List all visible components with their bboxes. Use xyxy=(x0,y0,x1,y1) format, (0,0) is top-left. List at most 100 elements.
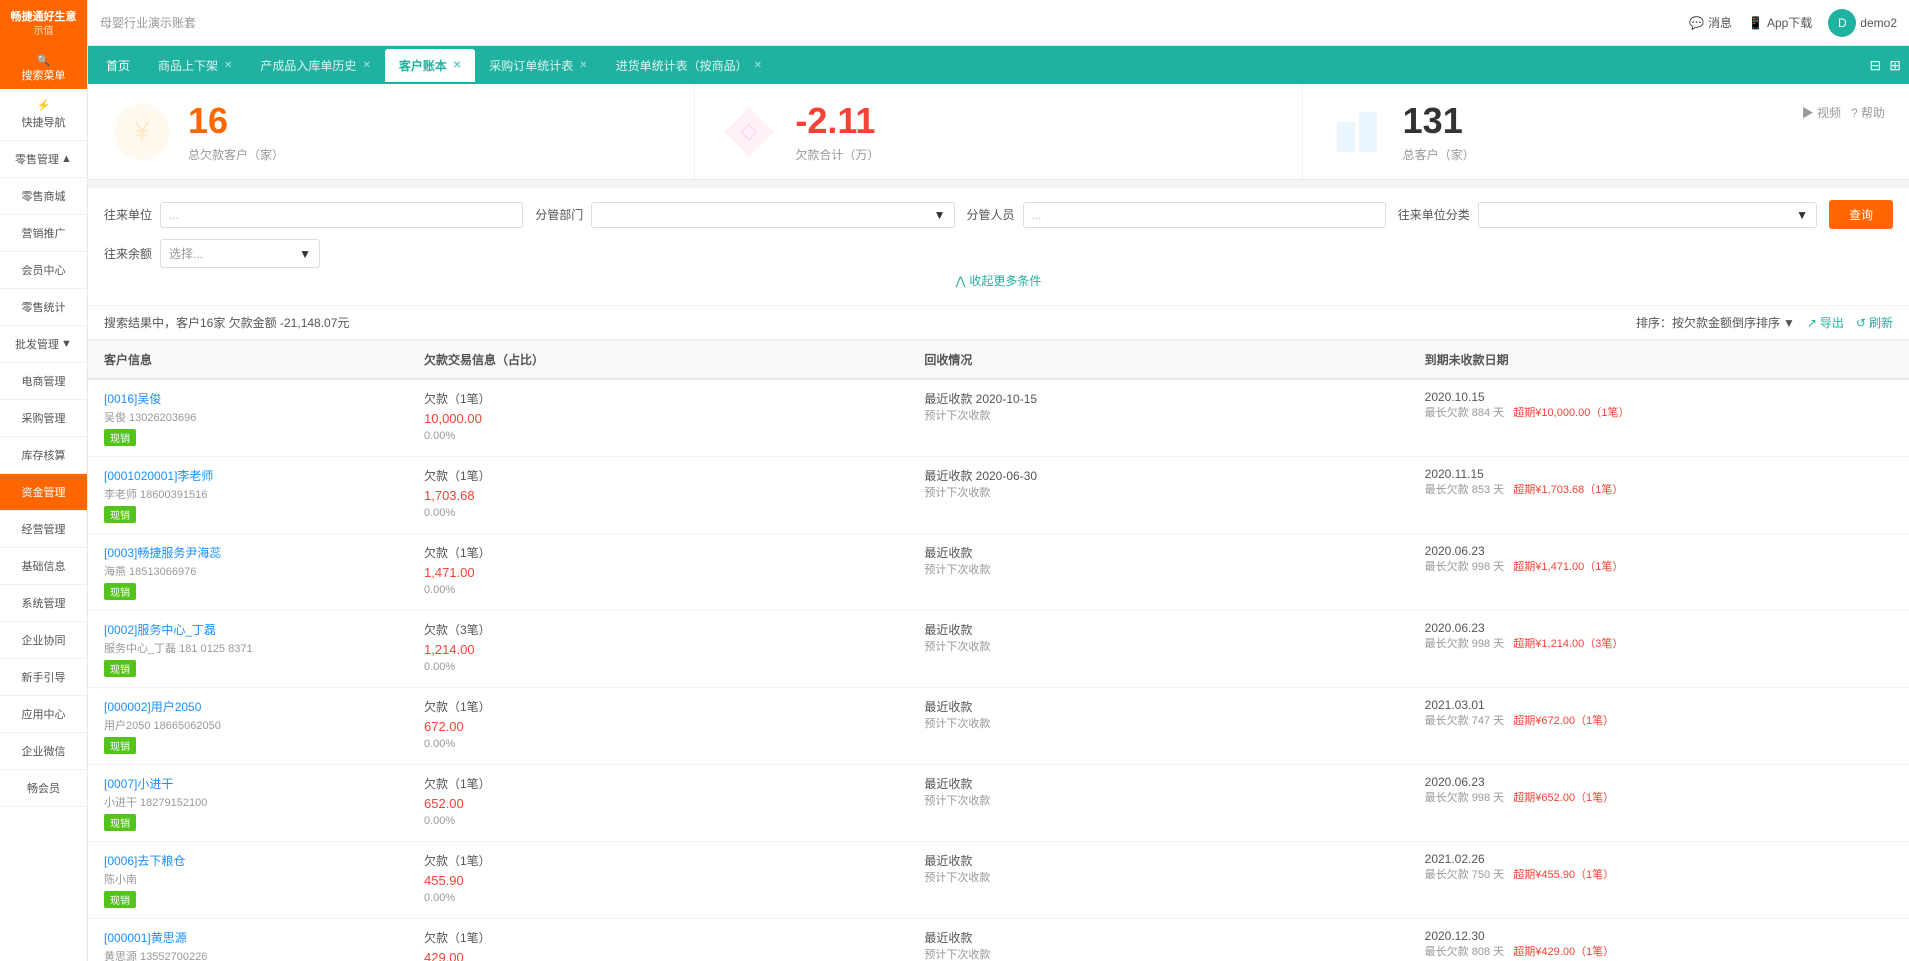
table-row: [0007]小进干 小进干 18279152100 现销 欠款（1笔） 652.… xyxy=(88,765,1909,842)
sidebar-item-search[interactable]: 🔍 搜索菜单 xyxy=(0,48,87,89)
sidebar-item-new-guide[interactable]: 新手引导 xyxy=(0,659,87,696)
customer-tag: 现销 xyxy=(104,506,136,523)
tab-production-history[interactable]: 产成品入库单历史 ✕ xyxy=(246,49,384,82)
refresh-button[interactable]: ↺ 刷新 xyxy=(1856,314,1893,331)
unit-category-select[interactable]: ▼ xyxy=(1478,202,1817,228)
sidebar-item-quick-nav[interactable]: ⚡ 快捷导航 xyxy=(0,89,87,141)
overdue-link[interactable]: 超期¥672.00（1笔） xyxy=(1513,715,1614,727)
due-date: 2020.06.23 xyxy=(1425,621,1893,635)
customer-name-link[interactable]: [0016]吴俊 xyxy=(104,390,392,407)
overdue-link[interactable]: 超期¥10,000.00（1笔） xyxy=(1513,407,1629,419)
sidebar-item-enterprise-wechat[interactable]: 企业微信 xyxy=(0,733,87,770)
customer-name-link[interactable]: [0003]畅捷服务尹海蕊 xyxy=(104,544,392,561)
results-info: 搜索结果中，客户16家 欠款金额 -21,148.07元 排序：按欠款金额倒序排… xyxy=(88,306,1909,340)
sidebar-item-finance[interactable]: 资金管理 xyxy=(0,474,87,511)
export-button[interactable]: ↗ 导出 xyxy=(1807,314,1844,331)
sidebar-item-enterprise-collab[interactable]: 企业协同 xyxy=(0,622,87,659)
sidebar-item-basic-info[interactable]: 基础信息 xyxy=(0,548,87,585)
user-avatar[interactable]: D demo2 xyxy=(1828,9,1897,37)
app-download-button[interactable]: 📱 App下载 xyxy=(1748,14,1812,31)
sidebar-item-marketing[interactable]: 营销推广 xyxy=(0,215,87,252)
customer-name-link[interactable]: [0002]服务中心_丁磊 xyxy=(104,621,392,638)
sidebar-item-purchase[interactable]: 采购管理 xyxy=(0,400,87,437)
sidebar-item-app-center[interactable]: 应用中心 xyxy=(0,696,87,733)
sidebar-item-batch-mgmt[interactable]: 批发管理▼ xyxy=(0,326,87,363)
recovery-cell: 最近收款 2020-10-15 预计下次收款 xyxy=(908,380,1408,456)
sidebar-item-ecommerce[interactable]: 电商管理 xyxy=(0,363,87,400)
customer-name-link[interactable]: [000002]用户2050 xyxy=(104,698,392,715)
overdue-link[interactable]: 超期¥652.00（1笔） xyxy=(1513,792,1614,804)
tab-close-product-shelf[interactable]: ✕ xyxy=(224,60,232,71)
sidebar-item-system[interactable]: 系统管理 xyxy=(0,585,87,622)
tab-home[interactable]: 首页 xyxy=(92,49,144,82)
sort-selector[interactable]: 排序：按欠款金额倒序排序 ▼ xyxy=(1636,314,1795,331)
overdue-link[interactable]: 超期¥429.00（1笔） xyxy=(1513,946,1614,958)
message-button[interactable]: 💬 消息 xyxy=(1689,14,1732,31)
sidebar-item-operations[interactable]: 经营管理 xyxy=(0,511,87,548)
debt-info-cell: 欠款（1笔） 455.90 0.00% xyxy=(408,842,908,918)
search-button[interactable]: 查询 xyxy=(1829,200,1893,229)
sidebar-item-retail-mall[interactable]: 零售商城 xyxy=(0,178,87,215)
debt-amount[interactable]: 455.90 xyxy=(424,873,892,888)
customer-name-link[interactable]: [000001]黄思源 xyxy=(104,929,392,946)
debt-amount[interactable]: 429.00 xyxy=(424,950,892,961)
debt-amount[interactable]: 1,471.00 xyxy=(424,565,892,580)
sidebar-item-retail-stats[interactable]: 零售统计 xyxy=(0,289,87,326)
next-collection: 预计下次收款 xyxy=(924,561,1392,577)
overdue-link[interactable]: 超期¥1,471.00（1笔） xyxy=(1513,561,1623,573)
customer-info-cell: [0007]小进干 小进干 18279152100 现销 xyxy=(88,765,408,841)
due-date: 2020.10.15 xyxy=(1425,390,1893,404)
collapse-filters-button[interactable]: ⋀ 收起更多条件 xyxy=(104,268,1893,293)
sidebar-item-retail-mgmt[interactable]: 零售管理▲ xyxy=(0,141,87,178)
tab-purchase-statistics[interactable]: 进货单统计表（按商品） ✕ xyxy=(602,49,776,82)
debt-amount[interactable]: 1,214.00 xyxy=(424,642,892,657)
tab-expand-icon[interactable]: ⊞ xyxy=(1889,57,1901,74)
sidebar-item-member-vip[interactable]: 畅会员 xyxy=(0,770,87,807)
due-date: 2020.11.15 xyxy=(1425,467,1893,481)
overdue-days: 最长欠款 747 天 超期¥672.00（1笔） xyxy=(1425,712,1893,728)
overdue-link[interactable]: 超期¥1,214.00（3笔） xyxy=(1513,638,1623,650)
balance-select[interactable]: 选择... ▼ xyxy=(160,239,320,268)
sidebar-item-inventory[interactable]: 库存核算 xyxy=(0,437,87,474)
debt-info-cell: 欠款（1笔） 652.00 0.00% xyxy=(408,765,908,841)
tab-close-purchase-statistics[interactable]: ✕ xyxy=(754,60,762,71)
overdue-link[interactable]: 超期¥1,703.68（1笔） xyxy=(1513,484,1623,496)
recovery-cell: 最近收款 预计下次收款 xyxy=(908,765,1408,841)
svg-text:◇: ◇ xyxy=(741,118,758,143)
next-collection: 预计下次收款 xyxy=(924,792,1392,808)
source-unit-input[interactable]: ... xyxy=(160,202,523,228)
overdue-days: 最长欠款 998 天 超期¥652.00（1笔） xyxy=(1425,789,1893,805)
due-date: 2021.03.01 xyxy=(1425,698,1893,712)
tab-minimize-icon[interactable]: ⊟ xyxy=(1870,57,1882,74)
customer-info-cell: [0002]服务中心_丁磊 服务中心_丁磊 181 0125 8371 现销 xyxy=(88,611,408,687)
customer-info-cell: [0006]去下粮仓 陈小南 现销 xyxy=(88,842,408,918)
debt-amount[interactable]: 1,703.68 xyxy=(424,488,892,503)
department-label: 分管部门 xyxy=(535,206,583,223)
video-help-button[interactable]: ▶ 视频 xyxy=(1802,104,1841,121)
tab-customer-account[interactable]: 客户账本 ✕ xyxy=(385,49,475,82)
customer-name-link[interactable]: [0001020001]李老师 xyxy=(104,467,392,484)
tab-purchase-order[interactable]: 采购订单统计表 ✕ xyxy=(475,49,601,82)
person-input[interactable]: ... xyxy=(1023,202,1386,228)
next-collection: 预计下次收款 xyxy=(924,869,1392,885)
department-select[interactable]: ▼ xyxy=(591,202,954,228)
data-table: 客户信息 欠款交易信息（占比） 回收情况 到期未收款日期 [0016]吴俊 吴俊… xyxy=(88,341,1909,961)
debt-amount-label: 欠款合计（万） xyxy=(795,146,879,163)
customer-name-link[interactable]: [0006]去下粮仓 xyxy=(104,852,392,869)
help-button[interactable]: ? 帮助 xyxy=(1851,104,1885,121)
overdue-link[interactable]: 超期¥455.90（1笔） xyxy=(1513,869,1614,881)
tab-product-shelf[interactable]: 商品上下架 ✕ xyxy=(144,49,246,82)
tab-close-purchase-order[interactable]: ✕ xyxy=(579,60,587,71)
debt-amount[interactable]: 10,000.00 xyxy=(424,411,892,426)
debt-amount[interactable]: 672.00 xyxy=(424,719,892,734)
sidebar-item-member[interactable]: 会员中心 xyxy=(0,252,87,289)
tab-close-customer-account[interactable]: ✕ xyxy=(453,60,461,71)
balance-label: 往来余额 xyxy=(104,245,152,262)
debt-amount[interactable]: 652.00 xyxy=(424,796,892,811)
customer-contact: 海燕 18513066976 xyxy=(104,563,392,579)
customer-name-link[interactable]: [0007]小进干 xyxy=(104,775,392,792)
debt-info-cell: 欠款（1笔） 1,471.00 0.00% xyxy=(408,534,908,610)
latest-collection: 最近收款 xyxy=(924,621,1392,638)
tab-close-production-history[interactable]: ✕ xyxy=(362,60,370,71)
total-customers-value: 131 xyxy=(1403,100,1475,142)
